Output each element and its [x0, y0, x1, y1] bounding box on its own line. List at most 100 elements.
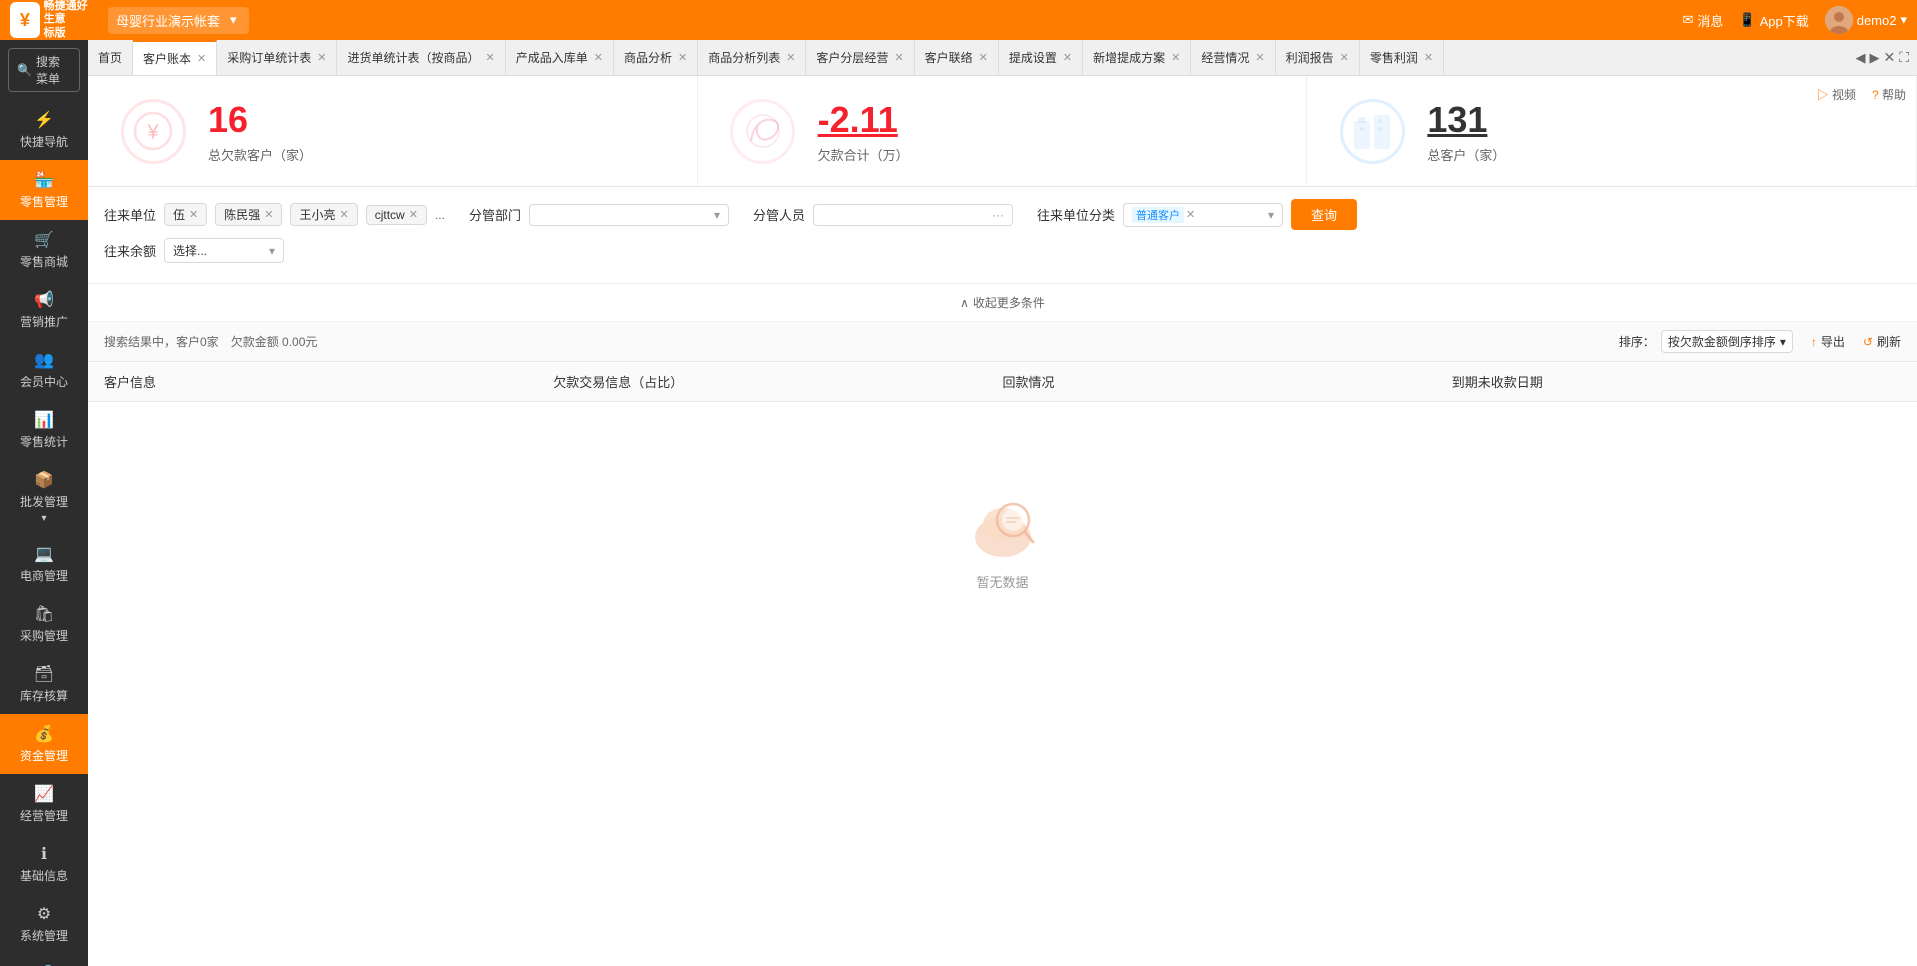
tab-next-button[interactable]: ▶: [1869, 50, 1879, 66]
user-menu[interactable]: demo2 ▾: [1825, 6, 1907, 34]
filter-tag-wu-remove[interactable]: ✕: [189, 208, 198, 221]
sidebar-item-enterprise[interactable]: 🔗 企业协同: [0, 954, 88, 966]
sidebar-item-marketing[interactable]: 📢 营销推广: [0, 280, 88, 340]
circle-icon-2: [730, 99, 795, 164]
sidebar-item-member-center[interactable]: 👥 会员中心: [0, 340, 88, 400]
tab-retail-profit-close[interactable]: ✕: [1424, 51, 1433, 64]
tab-commission-settings-close[interactable]: ✕: [1063, 51, 1072, 64]
tab-customer-ledger[interactable]: 客户账本 ✕: [133, 40, 217, 76]
category-tag-normal: 普通客户: [1132, 207, 1184, 223]
filter-more-units[interactable]: ...: [435, 208, 445, 222]
tab-commission-settings[interactable]: 提成设置 ✕: [999, 40, 1083, 76]
sort-select[interactable]: 按欠款金额倒序排序 ▾: [1661, 330, 1793, 353]
sidebar-item-finance[interactable]: 💰 资金管理: [0, 714, 88, 774]
tab-product-analysis-list[interactable]: 商品分析列表 ✕: [698, 40, 806, 76]
basic-info-label: 基础信息: [20, 867, 68, 884]
tab-purchase-order-stats-label: 采购订单统计表: [227, 49, 311, 66]
amount-filter-label: 往来余额: [104, 241, 156, 260]
amount-arrow-icon: ▾: [269, 244, 275, 258]
sidebar-item-ecommerce[interactable]: 💻 电商管理: [0, 534, 88, 594]
refresh-button[interactable]: ↺ 刷新: [1863, 333, 1901, 350]
tab-production-storage[interactable]: 产成品入库单 ✕: [506, 40, 614, 76]
filter-tag-wang-remove[interactable]: ✕: [340, 208, 349, 221]
tab-product-analysis-close[interactable]: ✕: [678, 51, 687, 64]
sidebar-item-system[interactable]: ⚙ 系统管理: [0, 894, 88, 954]
stat-card-1-value: 16: [208, 99, 312, 141]
tab-product-analysis[interactable]: 商品分析 ✕: [614, 40, 698, 76]
sidebar-item-purchase[interactable]: 🛍 采购管理: [0, 594, 88, 654]
stat-card-3-value: 131: [1427, 99, 1505, 141]
tab-prev-button[interactable]: ◀: [1855, 50, 1865, 66]
tab-close-all-button[interactable]: ✕: [1883, 49, 1895, 66]
export-button[interactable]: ↑ 导出: [1811, 333, 1845, 350]
tab-production-storage-close[interactable]: ✕: [594, 51, 603, 64]
svg-text:¥: ¥: [146, 121, 159, 143]
category-arrow-icon: ▾: [1268, 208, 1274, 222]
store-selector[interactable]: 母婴行业演示帐套 ▾: [108, 7, 249, 34]
tab-new-commission[interactable]: 新增提成方案 ✕: [1083, 40, 1191, 76]
tab-customer-layered-close[interactable]: ✕: [894, 51, 903, 64]
tab-customer-contact[interactable]: 客户联络 ✕: [915, 40, 999, 76]
tab-purchase-order-stats[interactable]: 采购订单统计表 ✕: [217, 40, 337, 76]
sidebar-search-button[interactable]: 🔍 搜索菜单: [8, 48, 80, 92]
sidebar-item-inventory[interactable]: 🗃 库存核算: [0, 654, 88, 714]
category-tag-normal-remove[interactable]: ✕: [1186, 208, 1195, 221]
tab-product-analysis-list-label: 商品分析列表: [708, 49, 780, 66]
sidebar-item-retail-mgmt[interactable]: 🏪 零售管理: [0, 160, 88, 220]
user-avatar: [1825, 6, 1853, 34]
tab-customer-contact-close[interactable]: ✕: [979, 51, 988, 64]
stat-card-total-owed: -2.11 欠款合计（万）: [698, 76, 1308, 186]
ecommerce-icon: 💻: [34, 544, 54, 564]
filter-tag-wu-text: 伍: [173, 206, 185, 223]
message-icon: ✉: [1682, 12, 1693, 28]
tab-profit-report[interactable]: 利润报告 ✕: [1276, 40, 1360, 76]
collapse-up-icon: ∧: [960, 296, 969, 310]
tab-purchase-order-close[interactable]: ✕: [317, 51, 326, 64]
sidebar-item-quick-nav[interactable]: ⚡ 快捷导航: [0, 100, 88, 160]
tab-product-analysis-list-close[interactable]: ✕: [786, 51, 795, 64]
tab-incoming-stats[interactable]: 进货单统计表（按商品） ✕: [337, 40, 505, 76]
retail-stats-label: 零售统计: [20, 433, 68, 450]
filter-tag-chen-remove[interactable]: ✕: [264, 208, 273, 221]
video-action[interactable]: ▷ 视频: [1817, 86, 1856, 103]
marketing-label: 营销推广: [20, 313, 68, 330]
help-label: 帮助: [1882, 88, 1906, 102]
dept-arrow-icon: ▾: [714, 208, 720, 222]
tab-new-commission-close[interactable]: ✕: [1171, 51, 1180, 64]
tab-incoming-stats-label: 进货单统计表（按商品）: [347, 49, 479, 66]
system-label: 系统管理: [20, 927, 68, 944]
filter-tag-cjttcw-remove[interactable]: ✕: [409, 208, 418, 221]
video-label: 视频: [1832, 88, 1856, 102]
sidebar-item-retail-store[interactable]: 🛒 零售商城: [0, 220, 88, 280]
category-filter-select[interactable]: 普通客户 ✕ ▾: [1123, 203, 1283, 227]
empty-state: 暂无数据: [88, 402, 1917, 671]
stat-card-2-main: -2.11 欠款合计（万）: [818, 99, 909, 164]
messages-button[interactable]: ✉ 消息: [1682, 11, 1723, 30]
sidebar-item-retail-stats[interactable]: 📊 零售统计: [0, 400, 88, 460]
retail-store-icon: 🛒: [34, 230, 54, 250]
tab-home[interactable]: 首页: [88, 40, 133, 76]
amount-filter-select[interactable]: 选择... ▾: [164, 238, 284, 263]
stats-row: ¥ 16 总欠款客户（家）: [88, 76, 1917, 187]
tab-retail-profit[interactable]: 零售利润 ✕: [1360, 40, 1444, 76]
help-action[interactable]: ? 帮助: [1872, 86, 1906, 103]
tab-expand-button[interactable]: ⛶: [1899, 49, 1909, 66]
tab-incoming-stats-close[interactable]: ✕: [486, 51, 495, 64]
tab-customer-layered[interactable]: 客户分层经营 ✕: [806, 40, 914, 76]
logo-symbol: ¥: [20, 10, 30, 31]
dept-filter-select[interactable]: ▾: [529, 204, 729, 226]
tab-customer-ledger-close[interactable]: ✕: [197, 52, 206, 65]
tab-business-status-close[interactable]: ✕: [1255, 51, 1264, 64]
query-button[interactable]: 查询: [1291, 199, 1357, 230]
sidebar-item-wholesale[interactable]: 📦 批发管理 ▾: [0, 460, 88, 534]
tab-new-commission-label: 新增提成方案: [1093, 49, 1165, 66]
app-download-button[interactable]: 📱 App下载: [1739, 11, 1808, 30]
tab-profit-report-close[interactable]: ✕: [1340, 51, 1349, 64]
tab-business-status[interactable]: 经营情况 ✕: [1191, 40, 1275, 76]
col-customer-info-label: 客户信息: [104, 375, 156, 390]
collapse-button[interactable]: ∧ 收起更多条件: [952, 290, 1053, 315]
sidebar-item-operations[interactable]: 📈 经营管理: [0, 774, 88, 834]
sidebar-item-basic-info[interactable]: ℹ 基础信息: [0, 834, 88, 894]
sort-label: 排序：: [1619, 333, 1655, 350]
person-filter-input[interactable]: ···: [813, 204, 1013, 226]
